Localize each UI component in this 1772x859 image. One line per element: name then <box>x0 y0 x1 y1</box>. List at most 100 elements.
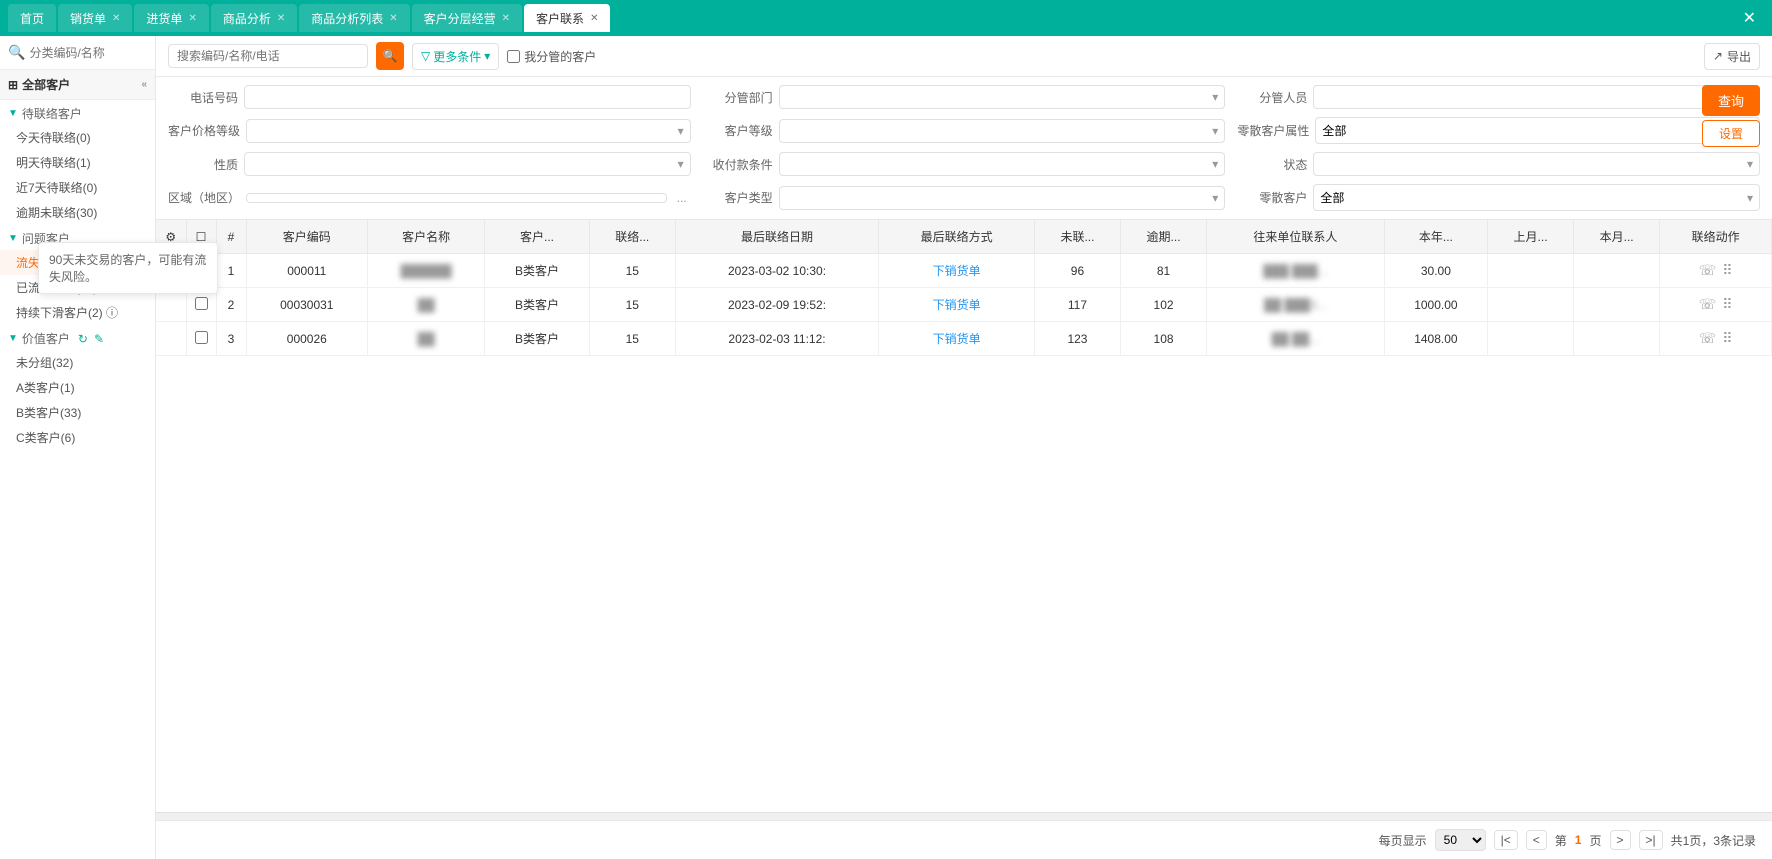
prev-page-button[interactable]: < <box>1526 830 1547 850</box>
tab-purchase-close[interactable]: ✕ <box>188 13 196 24</box>
filter-payment-select[interactable]: ▾ <box>779 152 1226 176</box>
col-header-type[interactable]: 客户... <box>485 220 589 254</box>
sidebar-item-today[interactable]: 今天待联络(0) <box>0 125 155 150</box>
cell-contact-person-2: ██ ███3... <box>1207 288 1385 322</box>
cell-check-3[interactable] <box>186 322 216 356</box>
filter-scatter-attr-value: 全部 <box>1322 122 1346 139</box>
filter-payment: 收付款条件 ▾ <box>703 152 1226 176</box>
filter-customer-level-arrow: ▾ <box>1212 124 1218 138</box>
filter-dept-select[interactable]: ▾ <box>779 85 1226 109</box>
tab-analysis-list-close[interactable]: ✕ <box>389 13 397 24</box>
action-phone-icon-2[interactable]: ☏ <box>1699 296 1717 313</box>
sidebar-item-7days[interactable]: 近7天待联络(0) <box>0 175 155 200</box>
sidebar-item-class-b[interactable]: B类客户(33) <box>0 400 155 425</box>
sidebar-item-tomorrow[interactable]: 明天待联络(1) <box>0 150 155 175</box>
tab-customer-contact-close[interactable]: ✕ <box>590 13 598 24</box>
col-header-code[interactable]: 客户编码 <box>246 220 368 254</box>
col-header-last-method[interactable]: 最后联络方式 <box>879 220 1035 254</box>
cell-last-method-3[interactable]: 下销货单 <box>879 322 1035 356</box>
tab-sales-close[interactable]: ✕ <box>112 13 120 24</box>
last-method-link-3[interactable]: 下销货单 <box>933 332 981 346</box>
filter-person-select[interactable]: ▾ <box>1313 85 1736 109</box>
col-header-last-date[interactable]: 最后联络日期 <box>675 220 878 254</box>
sidebar-item-ungrouped[interactable]: 未分组(32) <box>0 350 155 375</box>
filter-scatter-select[interactable]: 全部 ▾ <box>1313 184 1760 211</box>
filter-dept-arrow: ▾ <box>1212 90 1218 104</box>
sidebar-item-class-c[interactable]: C类客户(6) <box>0 425 155 450</box>
filter-region-select[interactable] <box>246 193 667 203</box>
tab-customer-contact[interactable]: 客户联系 ✕ <box>524 4 610 32</box>
filter-phone-input[interactable] <box>244 85 691 109</box>
tab-home[interactable]: 首页 <box>8 4 56 32</box>
filter-customer-level-select[interactable]: ▾ <box>779 119 1226 143</box>
my-customers-checkbox[interactable]: 我分管的客户 <box>507 48 596 65</box>
action-more-icon-3[interactable]: ⠿ <box>1722 330 1732 347</box>
filter-price-level: 客户价格等级 ▾ <box>168 117 691 144</box>
tab-analysis-list[interactable]: 商品分析列表 ✕ <box>299 4 409 32</box>
last-method-link-2[interactable]: 下销货单 <box>933 298 981 312</box>
action-phone-icon-3[interactable]: ☏ <box>1699 330 1717 347</box>
cell-last-method-2[interactable]: 下销货单 <box>879 288 1035 322</box>
sidebar-group-value[interactable]: ▼ 价值客户 ↻ ✎ <box>0 325 155 350</box>
my-customers-check-input[interactable] <box>507 50 520 63</box>
tab-sales[interactable]: 销货单 ✕ <box>58 4 132 32</box>
sidebar-item-class-a[interactable]: A类客户(1) <box>0 375 155 400</box>
action-more-icon-1[interactable]: ⠿ <box>1722 262 1732 279</box>
filter-customer-type-select[interactable]: ▾ <box>779 186 1226 210</box>
table-wrapper[interactable]: ⚙ ☐ # 客户编码 客户名称 客户... 联络... 最后联络日期 最后联络方… <box>156 220 1772 812</box>
filter-person: 分管人员 ▾ ... <box>1237 85 1760 109</box>
sidebar-search-input[interactable] <box>29 46 156 60</box>
col-header-this-month[interactable]: 本月... <box>1574 220 1660 254</box>
tab-customer-segment-close[interactable]: ✕ <box>502 13 510 24</box>
refresh-icon[interactable]: ↻ <box>78 332 88 346</box>
tab-customer-segment[interactable]: 客户分层经营 ✕ <box>412 4 522 32</box>
filter-price-level-select[interactable]: ▾ <box>246 119 691 143</box>
arrow-icon-value: ▼ <box>8 333 18 344</box>
filter-region: 区域（地区） ... <box>168 184 691 211</box>
tab-analysis-close[interactable]: ✕ <box>277 13 285 24</box>
filter-search-input[interactable] <box>168 44 368 68</box>
col-header-last-month[interactable]: 上月... <box>1488 220 1574 254</box>
col-header-this-year[interactable]: 本年... <box>1384 220 1487 254</box>
filter-scatter-attr-select[interactable]: 全部 ▾ <box>1315 117 1760 144</box>
filter-dept-label: 分管部门 <box>703 89 773 106</box>
query-button[interactable]: 查询 <box>1702 85 1760 116</box>
close-all-tabs-button[interactable]: ✕ <box>1735 8 1764 28</box>
action-phone-icon-1[interactable]: ☏ <box>1699 262 1717 279</box>
filter-search-button[interactable]: 🔍 <box>376 42 404 70</box>
next-page-button[interactable]: > <box>1610 830 1631 850</box>
filter-nature-arrow: ▾ <box>678 157 684 171</box>
edit-icon[interactable]: ✎ <box>94 332 104 346</box>
tab-analysis[interactable]: 商品分析 ✕ <box>211 4 297 32</box>
sidebar-item-declining[interactable]: 持续下滑客户(2) ⓘ <box>0 300 155 325</box>
filter-status-select[interactable]: ▾ <box>1313 152 1760 176</box>
region-more-dots[interactable]: ... <box>673 191 691 205</box>
last-page-button[interactable]: >| <box>1639 830 1663 850</box>
cell-last-method-1[interactable]: 下销货单 <box>879 254 1035 288</box>
sidebar-group-waiting[interactable]: ▼ 待联络客户 <box>0 100 155 125</box>
col-header-overdue[interactable]: 逾期... <box>1121 220 1207 254</box>
row-checkbox-2[interactable] <box>195 297 208 310</box>
scroll-indicator[interactable] <box>156 812 1772 820</box>
col-header-contact[interactable]: 联络... <box>589 220 675 254</box>
more-conditions-button[interactable]: ▽ 更多条件 ▾ <box>412 43 499 70</box>
export-button[interactable]: ↗ 导出 <box>1704 43 1760 70</box>
sidebar-all-customers[interactable]: ⊞ 全部客户 « <box>0 70 155 100</box>
col-header-uncontacted[interactable]: 未联... <box>1034 220 1120 254</box>
settings-button[interactable]: 设置 <box>1702 120 1760 147</box>
first-page-button[interactable]: |< <box>1494 830 1518 850</box>
last-method-link-1[interactable]: 下销货单 <box>933 264 981 278</box>
table-row: 1 000011 ██████ B类客户 15 2023-03-02 10:30… <box>156 254 1772 288</box>
col-header-name[interactable]: 客户名称 <box>368 220 485 254</box>
filter-nature-select[interactable]: ▾ <box>244 152 691 176</box>
filter-scatter-value: 全部 <box>1320 189 1344 206</box>
cell-action-3: ☏ ⠿ <box>1660 322 1772 356</box>
sidebar-item-overdue[interactable]: 逾期未联络(30) <box>0 200 155 225</box>
cell-last-month-1 <box>1488 254 1574 288</box>
per-page-select[interactable]: 50 20 100 <box>1435 829 1486 851</box>
tab-purchase[interactable]: 进货单 ✕ <box>134 4 208 32</box>
cell-type-2: B类客户 <box>485 288 589 322</box>
action-more-icon-2[interactable]: ⠿ <box>1722 296 1732 313</box>
col-header-contact-person[interactable]: 往来单位联系人 <box>1207 220 1385 254</box>
row-checkbox-3[interactable] <box>195 331 208 344</box>
